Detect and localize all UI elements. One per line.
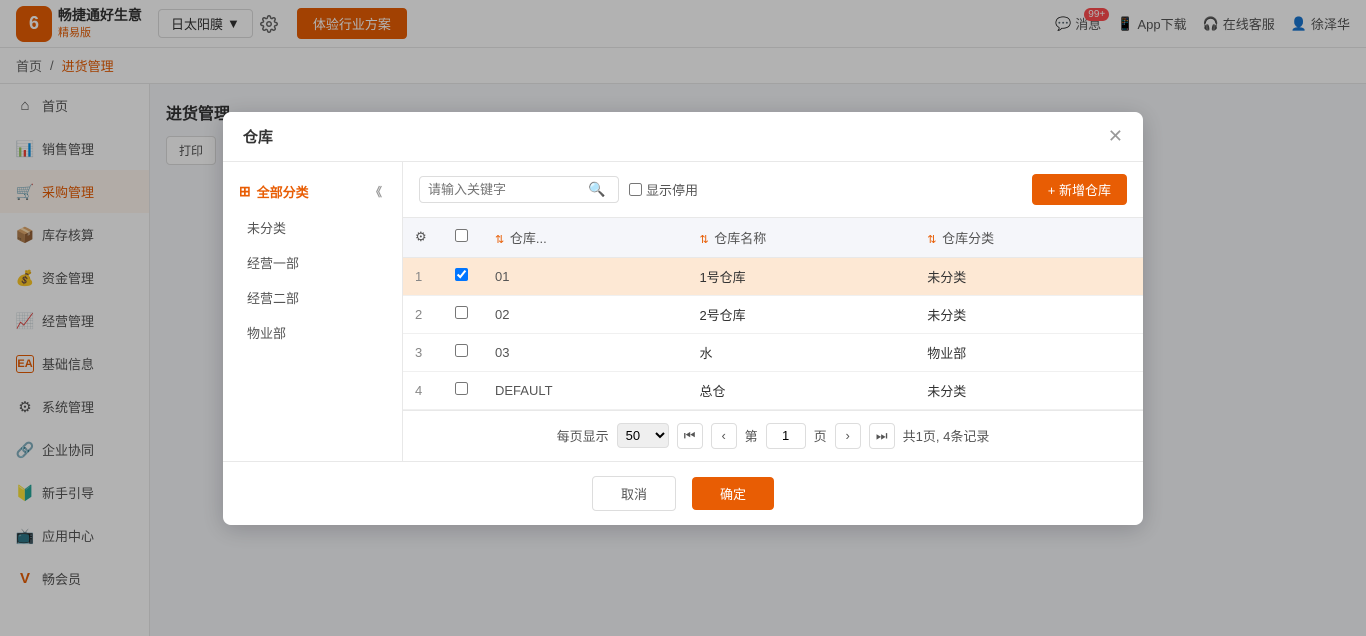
row-code: 02 (483, 295, 687, 333)
col-checkbox (443, 218, 483, 258)
tree-item-uncategorized[interactable]: 未分类 (223, 210, 402, 245)
row-more[interactable]: 4 (403, 371, 443, 409)
tree-all-label: 全部分类 (257, 182, 309, 201)
page-suffix: 页 (814, 426, 827, 445)
row-more[interactable]: 3 (403, 333, 443, 371)
page-label: 第 (745, 426, 758, 445)
col-name: ⇅ 仓库名称 (687, 218, 915, 258)
search-icon: 🔍 (588, 181, 605, 198)
row-checkbox-2[interactable] (455, 344, 468, 357)
row-checkbox-cell (443, 257, 483, 295)
sort-icon: ⇅ (495, 234, 504, 246)
row-checkbox-0[interactable] (455, 268, 468, 281)
warehouse-table: ⚙ ⇅ 仓库... ⇅ (403, 218, 1143, 410)
modal-overlay: 仓库 ✕ ⊞ 全部分类 《 未分类 经营一部 经营二部 物业部 (0, 0, 1366, 636)
confirm-btn[interactable]: 确定 (692, 477, 774, 510)
table-row[interactable]: 1 01 1号仓库 未分类 (403, 257, 1143, 295)
add-warehouse-btn[interactable]: + 新增仓库 (1032, 174, 1127, 205)
row-code: 03 (483, 333, 687, 371)
row-category: 未分类 (915, 257, 1143, 295)
table-header-row: ⚙ ⇅ 仓库... ⇅ (403, 218, 1143, 258)
show-disabled-text: 显示停用 (646, 180, 698, 199)
modal-toolbar: 🔍 显示停用 + 新增仓库 (403, 162, 1143, 218)
modal-body: ⊞ 全部分类 《 未分类 经营一部 经营二部 物业部 🔍 (223, 162, 1143, 461)
first-page-btn[interactable]: ⏮ (677, 423, 703, 449)
show-disabled-checkbox[interactable] (629, 183, 642, 196)
row-checkbox-cell (443, 371, 483, 409)
row-name: 水 (687, 333, 915, 371)
row-more[interactable]: 2 (403, 295, 443, 333)
row-name: 2号仓库 (687, 295, 915, 333)
sort-name-icon: ⇅ (699, 234, 708, 246)
row-checkbox-cell (443, 333, 483, 371)
last-page-btn[interactable]: ⏭ (869, 423, 895, 449)
prev-page-btn[interactable]: ‹ (711, 423, 737, 449)
per-page-select-wrap: 50 10 20 100 (617, 423, 669, 448)
row-category: 未分类 (915, 371, 1143, 409)
row-name: 1号仓库 (687, 257, 915, 295)
modal-close-btn[interactable]: ✕ (1108, 126, 1123, 147)
row-category: 未分类 (915, 295, 1143, 333)
row-checkbox-cell (443, 295, 483, 333)
row-name: 总仓 (687, 371, 915, 409)
col-code: ⇅ 仓库... (483, 218, 687, 258)
col-settings: ⚙ (403, 218, 443, 258)
table-row[interactable]: 2 02 2号仓库 未分类 (403, 295, 1143, 333)
settings-col-icon: ⚙ (415, 229, 427, 244)
tree-collapse-btn[interactable]: 《 (366, 182, 386, 202)
row-category: 物业部 (915, 333, 1143, 371)
select-all-checkbox[interactable] (455, 229, 468, 242)
grid-icon: ⊞ (239, 183, 251, 200)
table-row[interactable]: 3 03 水 物业部 (403, 333, 1143, 371)
tree-all-category[interactable]: ⊞ 全部分类 《 (223, 174, 402, 210)
per-page-select[interactable]: 50 10 20 100 (617, 423, 669, 448)
next-page-btn[interactable]: › (835, 423, 861, 449)
category-tree: ⊞ 全部分类 《 未分类 经营一部 经营二部 物业部 (223, 162, 403, 461)
search-input[interactable] (428, 182, 588, 197)
cancel-btn[interactable]: 取消 (592, 476, 676, 511)
row-checkbox-1[interactable] (455, 306, 468, 319)
modal-header: 仓库 ✕ (223, 112, 1143, 162)
row-code: 01 (483, 257, 687, 295)
col-category: ⇅ 仓库分类 (915, 218, 1143, 258)
modal-right: 🔍 显示停用 + 新增仓库 ⚙ (403, 162, 1143, 461)
row-checkbox-3[interactable] (455, 382, 468, 395)
pagination: 每页显示 50 10 20 100 ⏮ ‹ 第 页 › (403, 410, 1143, 461)
tree-item-ops1[interactable]: 经营一部 (223, 245, 402, 280)
page-input[interactable] (766, 423, 806, 449)
sort-category-icon: ⇅ (927, 234, 936, 246)
modal-footer: 取消 确定 (223, 461, 1143, 525)
show-disabled-label: 显示停用 (629, 180, 698, 199)
table-row[interactable]: 4 DEFAULT 总仓 未分类 (403, 371, 1143, 409)
row-more[interactable]: 1 (403, 257, 443, 295)
search-box: 🔍 (419, 176, 619, 203)
tree-item-property[interactable]: 物业部 (223, 315, 402, 350)
tree-item-ops2[interactable]: 经营二部 (223, 280, 402, 315)
modal-title: 仓库 (243, 126, 273, 147)
row-code: DEFAULT (483, 371, 687, 409)
warehouse-modal: 仓库 ✕ ⊞ 全部分类 《 未分类 经营一部 经营二部 物业部 (223, 112, 1143, 525)
total-info: 共1页, 4条记录 (903, 426, 990, 445)
per-page-label: 每页显示 (557, 426, 609, 445)
